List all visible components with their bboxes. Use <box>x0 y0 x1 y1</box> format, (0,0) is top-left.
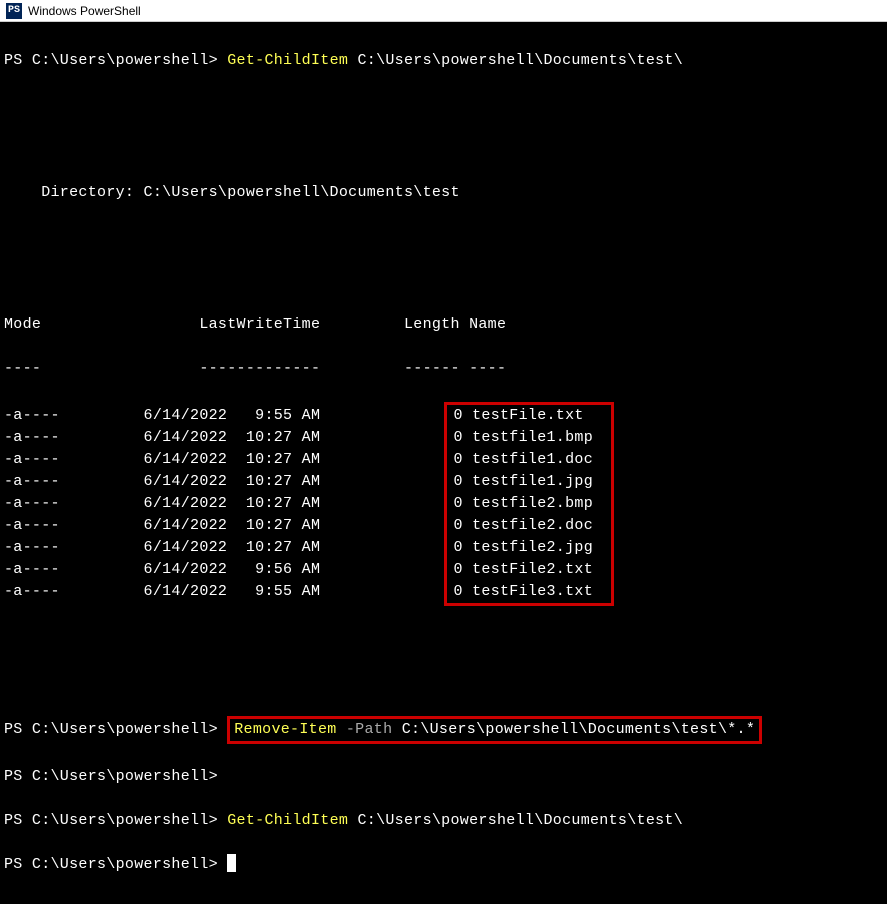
prompt: PS C:\Users\powershell> <box>4 52 227 69</box>
cmdlet-name: Get-ChildItem <box>227 812 348 829</box>
highlighted-command: Remove-Item -Path C:\Users\powershell\Do… <box>227 716 762 744</box>
file-row: -a---- 6/14/2022 10:27 AM 0 testfile1.jp… <box>4 471 883 493</box>
file-row-meta: -a---- 6/14/2022 9:55 AM <box>4 583 450 600</box>
file-row-name: 0 testfile2.jpg <box>444 537 614 559</box>
file-row-meta: -a---- 6/14/2022 10:27 AM <box>4 495 450 512</box>
file-row: -a---- 6/14/2022 10:27 AM 0 testfile1.do… <box>4 449 883 471</box>
cmd-path: C:\Users\powershell\Documents\test\*.* <box>392 721 755 738</box>
powershell-icon: PS <box>6 3 22 19</box>
divider-right: ---- <box>469 360 506 377</box>
file-row: -a---- 6/14/2022 10:27 AM 0 testfile2.jp… <box>4 537 883 559</box>
file-row: -a---- 6/14/2022 10:27 AM 0 testfile1.bm… <box>4 427 883 449</box>
file-row-meta: -a---- 6/14/2022 10:27 AM <box>4 451 450 468</box>
icon-text: PS <box>8 5 20 16</box>
file-row: -a---- 6/14/2022 10:27 AM 0 testfile2.do… <box>4 515 883 537</box>
prompt-current: PS C:\Users\powershell> <box>4 854 883 876</box>
blank-line <box>4 628 883 650</box>
file-row-name: 0 testfile1.bmp <box>444 427 614 449</box>
file-row-meta: -a---- 6/14/2022 10:27 AM <box>4 539 450 556</box>
divider-left: ---- ------------- ------ <box>4 360 469 377</box>
cmd-path: C:\Users\powershell\Documents\test\ <box>348 812 683 829</box>
terminal-area[interactable]: PS C:\Users\powershell> Get-ChildItem C:… <box>0 22 887 904</box>
command-line-3: PS C:\Users\powershell> Get-ChildItem C:… <box>4 810 883 832</box>
prompt: PS C:\Users\powershell> <box>4 812 227 829</box>
column-divider: ---- ------------- ------ ---- <box>4 358 883 380</box>
file-row-meta: -a---- 6/14/2022 9:56 AM <box>4 561 450 578</box>
prompt: PS C:\Users\powershell> <box>4 768 227 785</box>
blank-line <box>4 226 883 248</box>
prompt: PS C:\Users\powershell> <box>4 856 227 873</box>
file-row-name: 0 testFile3.txt <box>444 581 614 606</box>
cmd-path: C:\Users\powershell\Documents\test\ <box>348 52 683 69</box>
blank-line <box>4 672 883 694</box>
directory-header: Directory: C:\Users\powershell\Documents… <box>4 182 883 204</box>
blank-line <box>4 94 883 116</box>
file-row-meta: -a---- 6/14/2022 10:27 AM <box>4 429 450 446</box>
file-row: -a---- 6/14/2022 9:55 AM 0 testFile.txt <box>4 402 883 427</box>
file-row-name: 0 testfile1.jpg <box>444 471 614 493</box>
command-line-2: PS C:\Users\powershell> Remove-Item -Pat… <box>4 716 883 744</box>
file-row-name: 0 testfile2.bmp <box>444 493 614 515</box>
blank-line <box>4 270 883 292</box>
cmdlet-name: Remove-Item <box>234 721 336 738</box>
file-row-meta: -a---- 6/14/2022 10:27 AM <box>4 517 450 534</box>
cmdlet-name: Get-ChildItem <box>227 52 348 69</box>
window-title: Windows PowerShell <box>28 4 141 18</box>
prompt: PS C:\Users\powershell> <box>4 721 227 738</box>
file-listing: -a---- 6/14/2022 9:55 AM 0 testFile.txt-… <box>4 402 883 606</box>
file-row-meta: -a---- 6/14/2022 10:27 AM <box>4 473 450 490</box>
column-headers: Mode LastWriteTime Length Name <box>4 314 883 336</box>
file-row-name: 0 testfile1.doc <box>444 449 614 471</box>
window-titlebar[interactable]: PS Windows PowerShell <box>0 0 887 22</box>
file-row-name: 0 testFile.txt <box>444 402 614 427</box>
cmd-param: -Path <box>337 721 393 738</box>
file-row: -a---- 6/14/2022 10:27 AM 0 testfile2.bm… <box>4 493 883 515</box>
file-row-meta: -a---- 6/14/2022 9:55 AM <box>4 407 450 424</box>
blank-line <box>4 138 883 160</box>
file-row-name: 0 testFile2.txt <box>444 559 614 581</box>
file-row-name: 0 testfile2.doc <box>444 515 614 537</box>
file-row: -a---- 6/14/2022 9:56 AM 0 testFile2.txt <box>4 559 883 581</box>
prompt-line-empty: PS C:\Users\powershell> <box>4 766 883 788</box>
command-line-1: PS C:\Users\powershell> Get-ChildItem C:… <box>4 50 883 72</box>
file-row: -a---- 6/14/2022 9:55 AM 0 testFile3.txt <box>4 581 883 606</box>
cursor <box>227 854 236 872</box>
